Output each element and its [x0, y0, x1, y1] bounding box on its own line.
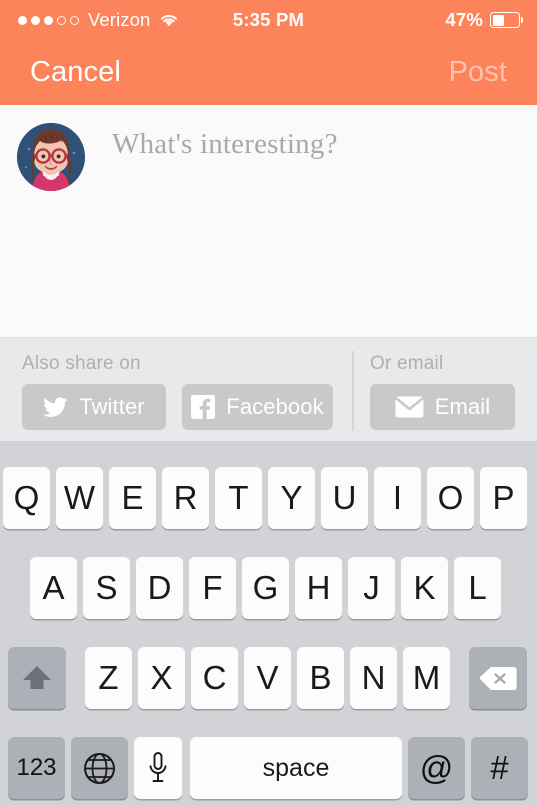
delete-icon — [479, 665, 517, 692]
key-y[interactable]: Y — [268, 467, 315, 529]
key-h[interactable]: H — [295, 557, 342, 619]
key-z[interactable]: Z — [85, 647, 132, 709]
delete-key[interactable] — [469, 647, 527, 709]
status-bar-left: Verizon — [18, 0, 179, 40]
cancel-button[interactable]: Cancel — [30, 40, 121, 105]
or-email-label: Or email — [370, 353, 444, 374]
signal-dot — [31, 15, 40, 25]
signal-dot — [18, 15, 27, 25]
key-p[interactable]: P — [480, 467, 527, 529]
key-n[interactable]: N — [350, 647, 397, 709]
share-divider — [352, 351, 354, 431]
at-key[interactable]: @ — [408, 737, 465, 799]
key-e[interactable]: E — [109, 467, 156, 529]
twitter-icon — [43, 396, 68, 418]
key-r[interactable]: R — [162, 467, 209, 529]
key-j[interactable]: J — [348, 557, 395, 619]
clock-label: 5:35 PM — [232, 9, 305, 30]
microphone-icon — [147, 751, 169, 785]
key-s[interactable]: S — [83, 557, 130, 619]
shift-icon — [20, 662, 54, 694]
key-u[interactable]: U — [321, 467, 368, 529]
carrier-label: Verizon — [88, 9, 151, 30]
app-screen: Verizon 5:35 PM 47% Cancel Post What's i… — [0, 0, 537, 806]
compose-input[interactable] — [100, 119, 528, 323]
compose-area: What's interesting? — [0, 105, 537, 337]
key-o[interactable]: O — [427, 467, 474, 529]
also-share-on-label: Also share on — [22, 353, 141, 374]
post-button[interactable]: Post — [449, 40, 507, 105]
numbers-key[interactable]: 123 — [8, 737, 65, 799]
dictation-key[interactable] — [134, 737, 182, 799]
share-email-button[interactable]: Email — [370, 384, 515, 430]
key-m[interactable]: M — [403, 647, 450, 709]
key-l[interactable]: L — [454, 557, 501, 619]
share-options-bar: Also share on Or email Twitter Facebook — [0, 337, 537, 441]
key-w[interactable]: W — [56, 467, 103, 529]
facebook-icon — [191, 395, 216, 419]
key-i[interactable]: I — [374, 467, 421, 529]
space-key[interactable]: space — [190, 737, 402, 799]
on-screen-keyboard: Q W E R T Y U I O P A S D F G H J K L Z … — [0, 441, 537, 806]
key-v[interactable]: V — [244, 647, 291, 709]
share-facebook-label: Facebook — [226, 394, 324, 419]
signal-strength-icon — [18, 15, 79, 25]
wifi-icon — [159, 13, 179, 28]
key-b[interactable]: B — [297, 647, 344, 709]
key-c[interactable]: C — [191, 647, 238, 709]
key-f[interactable]: F — [189, 557, 236, 619]
battery-icon — [490, 12, 524, 28]
key-t[interactable]: T — [215, 467, 262, 529]
status-bar: Verizon 5:35 PM 47% — [0, 0, 537, 40]
share-twitter-label: Twitter — [79, 394, 145, 419]
key-q[interactable]: Q — [3, 467, 50, 529]
key-d[interactable]: D — [136, 557, 183, 619]
signal-dot — [44, 15, 53, 25]
key-a[interactable]: A — [30, 557, 77, 619]
share-twitter-button[interactable]: Twitter — [22, 384, 166, 430]
envelope-icon — [394, 396, 424, 418]
signal-dot — [57, 15, 66, 25]
navigation-bar: Cancel Post — [0, 40, 537, 105]
share-email-label: Email — [434, 394, 491, 419]
share-facebook-button[interactable]: Facebook — [182, 384, 333, 430]
avatar[interactable] — [17, 123, 85, 191]
key-x[interactable]: X — [138, 647, 185, 709]
key-k[interactable]: K — [401, 557, 448, 619]
globe-icon — [83, 752, 116, 785]
battery-percent-label: 47% — [445, 9, 483, 30]
signal-dot — [70, 15, 79, 25]
globe-key[interactable] — [71, 737, 128, 799]
shift-key[interactable] — [8, 647, 66, 709]
status-bar-right: 47% — [445, 0, 524, 40]
key-g[interactable]: G — [242, 557, 289, 619]
hash-key[interactable]: # — [471, 737, 528, 799]
